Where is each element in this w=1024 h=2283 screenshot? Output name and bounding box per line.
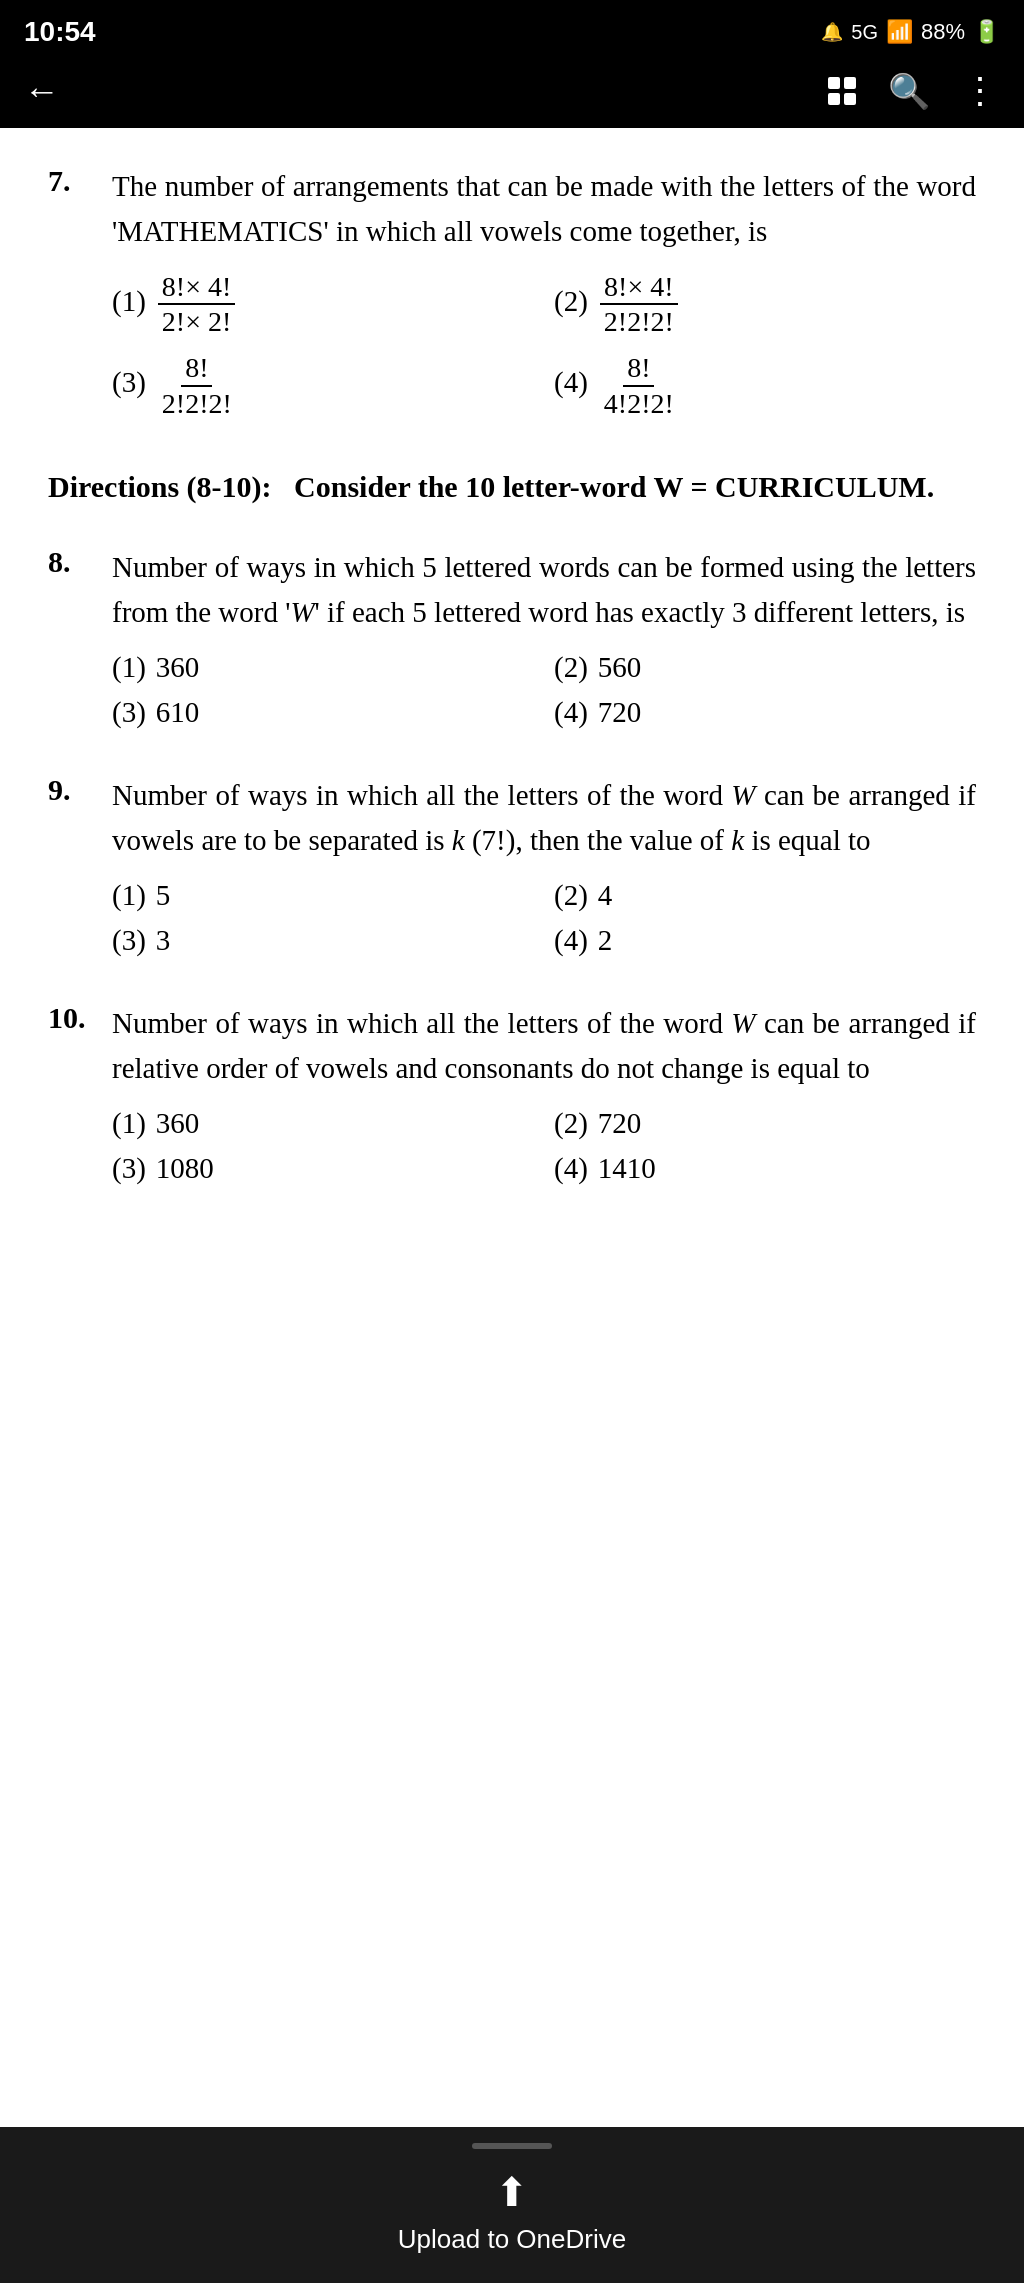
bottom-handle xyxy=(472,2143,552,2149)
option-label: (1) xyxy=(112,651,146,684)
question-9-option-4[interactable]: (4) 2 xyxy=(554,924,976,957)
option-value: 360 xyxy=(156,1107,200,1140)
question-10-text: Number of ways in which all the letters … xyxy=(112,1001,976,1091)
option-label: (3) xyxy=(112,1152,146,1185)
option-label: (3) xyxy=(112,696,146,729)
option-label: (3) xyxy=(112,366,146,399)
battery-label: 88% xyxy=(921,19,965,45)
directions-label: Directions (8-10): xyxy=(48,470,272,503)
back-button[interactable]: ← xyxy=(24,70,60,112)
question-10-options: (1) 360 (2) 720 (3) 1080 (4) 1410 xyxy=(112,1107,976,1185)
question-9-option-3[interactable]: (3) 3 xyxy=(112,924,534,957)
option-label: (4) xyxy=(554,696,588,729)
option-fraction: 8!× 4! 2!× 2! xyxy=(156,270,237,339)
option-value: 1080 xyxy=(156,1152,214,1185)
status-bar: 10:54 🔔 5G 📶 88% 🔋 xyxy=(0,0,1024,60)
option-value: 720 xyxy=(598,696,642,729)
option-label: (2) xyxy=(554,879,588,912)
question-7: 7. The number of arrangements that can b… xyxy=(48,164,976,420)
option-fraction: 8! 2!2!2! xyxy=(156,351,238,420)
status-time: 10:54 xyxy=(24,16,96,48)
option-label: (2) xyxy=(554,651,588,684)
option-label: (1) xyxy=(112,285,146,318)
option-value: 3 xyxy=(156,924,171,957)
question-8-text: Number of ways in which 5 lettered words… xyxy=(112,545,976,635)
question-10: 10. Number of ways in which all the lett… xyxy=(48,1001,976,1185)
nav-bar: ← 🔍 ⋮ xyxy=(0,60,1024,128)
option-label: (1) xyxy=(112,1107,146,1140)
option-label: (4) xyxy=(554,366,588,399)
question-9: 9. Number of ways in which all the lette… xyxy=(48,773,976,957)
question-7-number: 7. xyxy=(48,164,96,254)
signal-label: 5G xyxy=(851,21,878,44)
option-value: 1410 xyxy=(598,1152,656,1185)
question-9-options: (1) 5 (2) 4 (3) 3 (4) 2 xyxy=(112,879,976,957)
alarm-icon: 🔔 xyxy=(821,21,843,43)
question-7-option-3[interactable]: (3) 8! 2!2!2! xyxy=(112,351,534,420)
option-fraction: 8!× 4! 2!2!2! xyxy=(598,270,680,339)
option-value: 4 xyxy=(598,879,613,912)
question-9-text: Number of ways in which all the letters … xyxy=(112,773,976,863)
question-7-text: The number of arrangements that can be m… xyxy=(112,164,976,254)
nav-right: 🔍 ⋮ xyxy=(828,70,1000,112)
wifi-icon: 📶 xyxy=(886,19,913,45)
battery-icon: 🔋 xyxy=(973,19,1000,45)
upload-button[interactable]: ⬆ Upload to OneDrive xyxy=(398,2169,626,2255)
option-value: 720 xyxy=(598,1107,642,1140)
question-8: 8. Number of ways in which 5 lettered wo… xyxy=(48,545,976,729)
grid-view-icon[interactable] xyxy=(828,77,856,105)
option-value: 5 xyxy=(156,879,171,912)
question-7-option-2[interactable]: (2) 8!× 4! 2!2!2! xyxy=(554,270,976,339)
status-icons: 🔔 5G 📶 88% 🔋 xyxy=(821,19,1000,45)
question-9-header: 9. Number of ways in which all the lette… xyxy=(48,773,976,863)
option-label: (2) xyxy=(554,1107,588,1140)
question-8-option-2[interactable]: (2) 560 xyxy=(554,651,976,684)
main-content: 7. The number of arrangements that can b… xyxy=(0,128,1024,2127)
question-10-option-4[interactable]: (4) 1410 xyxy=(554,1152,976,1185)
question-8-option-3[interactable]: (3) 610 xyxy=(112,696,534,729)
question-8-option-1[interactable]: (1) 360 xyxy=(112,651,534,684)
bottom-bar: ⬆ Upload to OneDrive xyxy=(0,2127,1024,2283)
option-value: 360 xyxy=(156,651,200,684)
question-10-number: 10. xyxy=(48,1001,96,1091)
question-8-options: (1) 360 (2) 560 (3) 610 (4) 720 xyxy=(112,651,976,729)
question-8-header: 8. Number of ways in which 5 lettered wo… xyxy=(48,545,976,635)
nav-left: ← xyxy=(24,70,60,112)
search-button[interactable]: 🔍 xyxy=(888,71,930,111)
option-label: (2) xyxy=(554,285,588,318)
option-label: (1) xyxy=(112,879,146,912)
question-10-option-2[interactable]: (2) 720 xyxy=(554,1107,976,1140)
upload-icon: ⬆ xyxy=(495,2169,529,2216)
question-9-option-1[interactable]: (1) 5 xyxy=(112,879,534,912)
option-value: 610 xyxy=(156,696,200,729)
question-7-header: 7. The number of arrangements that can b… xyxy=(48,164,976,254)
option-label: (4) xyxy=(554,924,588,957)
option-fraction: 8! 4!2!2! xyxy=(598,351,680,420)
question-8-number: 8. xyxy=(48,545,96,635)
directions-block: Directions (8-10): Consider the 10 lette… xyxy=(48,464,976,509)
option-label: (3) xyxy=(112,924,146,957)
upload-label: Upload to OneDrive xyxy=(398,2224,626,2255)
question-7-option-1[interactable]: (1) 8!× 4! 2!× 2! xyxy=(112,270,534,339)
question-9-option-2[interactable]: (2) 4 xyxy=(554,879,976,912)
question-10-option-3[interactable]: (3) 1080 xyxy=(112,1152,534,1185)
option-value: 560 xyxy=(598,651,642,684)
more-options-button[interactable]: ⋮ xyxy=(962,70,1000,112)
question-10-header: 10. Number of ways in which all the lett… xyxy=(48,1001,976,1091)
option-label: (4) xyxy=(554,1152,588,1185)
directions-text: Consider the 10 letter-word W = CURRICUL… xyxy=(279,470,934,503)
question-7-options: (1) 8!× 4! 2!× 2! (2) 8!× 4! 2!2!2! xyxy=(112,270,976,420)
question-7-option-4[interactable]: (4) 8! 4!2!2! xyxy=(554,351,976,420)
question-8-option-4[interactable]: (4) 720 xyxy=(554,696,976,729)
option-value: 2 xyxy=(598,924,613,957)
question-10-option-1[interactable]: (1) 360 xyxy=(112,1107,534,1140)
question-9-number: 9. xyxy=(48,773,96,863)
